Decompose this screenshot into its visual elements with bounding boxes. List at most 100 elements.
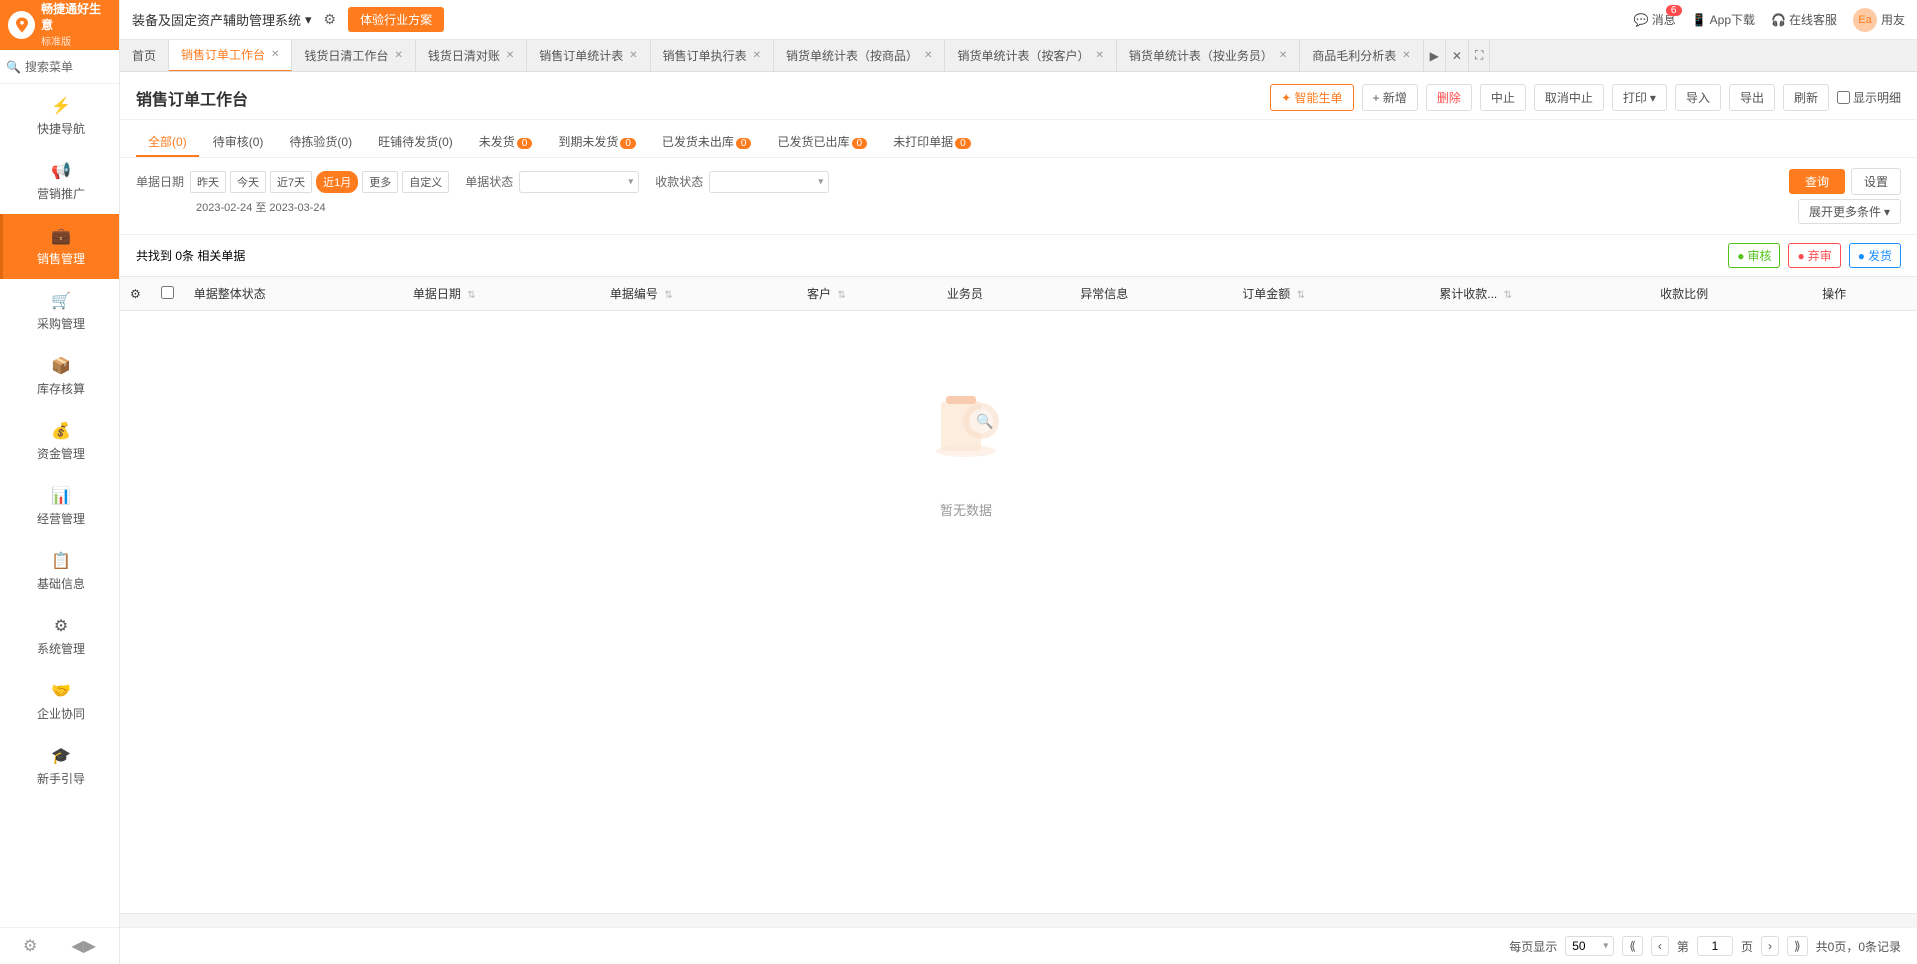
stop-button[interactable]: 中止: [1480, 84, 1526, 111]
tab-staff-close[interactable]: ✕: [1279, 50, 1287, 61]
tab-sales-summary-staff[interactable]: 销货单统计表（按业务员） ✕: [1117, 40, 1300, 72]
refresh-button[interactable]: 刷新: [1783, 84, 1829, 111]
date-btn-7days[interactable]: 近7天: [270, 171, 312, 193]
print-button[interactable]: 打印 ▾: [1612, 84, 1667, 111]
col-collected-header[interactable]: 累计收款... ⇅: [1429, 277, 1650, 311]
system-name-dropdown[interactable]: 装备及固定资产辅助管理系统 ▾: [132, 10, 312, 29]
cancel-label: 弃审: [1808, 247, 1832, 264]
sidebar-item-sales[interactable]: 💼 销售管理: [0, 214, 119, 279]
filter-settings-button[interactable]: 设置: [1851, 168, 1901, 195]
page-next-button[interactable]: ›: [1761, 936, 1779, 956]
page-input[interactable]: [1697, 936, 1733, 956]
sidebar-item-guide[interactable]: 🎓 新手引导: [0, 734, 119, 799]
per-page-select[interactable]: 50 100 200: [1565, 936, 1614, 956]
tab-gross-margin[interactable]: 商品毛利分析表 ✕: [1300, 40, 1423, 72]
sub-tab-all-count: 0: [176, 135, 183, 149]
delete-button[interactable]: 删除: [1426, 84, 1472, 111]
sidebar-item-marketing[interactable]: 📢 营销推广: [0, 149, 119, 214]
tab-sales-stat[interactable]: 销售订单统计表 ✕: [527, 40, 650, 72]
col-amount-header[interactable]: 订单金额 ⇅: [1232, 277, 1429, 311]
page-title: 销售订单工作台: [136, 86, 248, 110]
settings-bottom-icon[interactable]: ⚙: [23, 936, 37, 956]
app-download-button[interactable]: 📱 App下载: [1692, 11, 1755, 28]
sub-tab-overdue[interactable]: 到期未发货0: [546, 128, 648, 157]
sub-tab-shipped-out[interactable]: 已发货已出库0: [765, 128, 879, 157]
select-all-checkbox[interactable]: [161, 286, 174, 299]
col-customer-header[interactable]: 客户 ⇅: [797, 277, 937, 311]
show-detail-input[interactable]: [1837, 91, 1850, 104]
user-menu[interactable]: Ea 用友: [1853, 8, 1905, 32]
sidebar-item-basic[interactable]: 📋 基础信息: [0, 539, 119, 604]
tab-sales-summary-product[interactable]: 销货单统计表（按商品） ✕: [774, 40, 945, 72]
sub-tab-all[interactable]: 全部(0): [136, 128, 199, 157]
sub-tab-pending-check[interactable]: 待拣验货(0): [277, 128, 364, 157]
col-date-header[interactable]: 单据日期 ⇅: [403, 277, 600, 311]
tab-sales-stat-label: 销售订单统计表: [539, 47, 623, 64]
export-button[interactable]: 导出: [1729, 84, 1775, 111]
add-button[interactable]: + 新增: [1362, 84, 1418, 111]
date-btn-today[interactable]: 今天: [230, 171, 266, 193]
tab-sales-summary-customer[interactable]: 销货单统计表（按客户） ✕: [945, 40, 1116, 72]
sidebar-item-quick[interactable]: ⚡ 快捷导航: [0, 84, 119, 149]
tab-home[interactable]: 首页: [120, 40, 169, 72]
date-btn-1month[interactable]: 近1月: [316, 171, 358, 193]
column-settings-icon[interactable]: ⚙: [130, 287, 141, 301]
tab-cash-reconcile-close[interactable]: ✕: [506, 50, 514, 61]
solution-button[interactable]: 体验行业方案: [348, 7, 444, 32]
status-select[interactable]: [519, 171, 639, 193]
page-prev-button[interactable]: ‹: [1651, 936, 1669, 956]
show-detail-checkbox[interactable]: 显示明细: [1837, 89, 1901, 106]
collapse-icon[interactable]: ◀▶: [71, 936, 96, 956]
sub-tab-not-shipped[interactable]: 未发货0: [467, 128, 545, 157]
sidebar-item-system[interactable]: ⚙ 系统管理: [0, 604, 119, 669]
sidebar-item-operation[interactable]: 📊 经营管理: [0, 474, 119, 539]
col-staff-header[interactable]: 业务员: [937, 277, 1070, 311]
cancel-stop-button[interactable]: 取消中止: [1534, 84, 1604, 111]
date-btn-yesterday[interactable]: 昨天: [190, 171, 226, 193]
tab-gross-close[interactable]: ✕: [1402, 50, 1410, 61]
date-btn-custom[interactable]: 自定义: [402, 171, 449, 193]
sub-tab-pending[interactable]: 待审核(0): [201, 128, 276, 157]
tab-scroll-right[interactable]: ▶: [1424, 40, 1446, 72]
sidebar-item-coop[interactable]: 🤝 企业协同: [0, 669, 119, 734]
tab-sales-stat-close[interactable]: ✕: [629, 50, 637, 61]
cancel-audit-button[interactable]: ● 弃审: [1788, 243, 1840, 268]
online-support-button[interactable]: 🎧 在线客服: [1771, 11, 1837, 28]
audit-button[interactable]: ● 审核: [1728, 243, 1780, 268]
page-first-button[interactable]: ⟪: [1622, 936, 1643, 956]
sub-tab-not-printed[interactable]: 未打印单据0: [881, 128, 983, 157]
expand-filter-button[interactable]: 展开更多条件 ▾: [1798, 199, 1901, 224]
sidebar-search[interactable]: 🔍 搜索菜单: [0, 50, 119, 84]
messages-button[interactable]: 💬 6 消息: [1634, 11, 1676, 28]
tab-cash-daily-close[interactable]: ✕: [394, 50, 402, 61]
page-last-button[interactable]: ⟫: [1787, 936, 1808, 956]
query-button[interactable]: 查询: [1789, 169, 1845, 194]
tab-close-all[interactable]: ✕: [1446, 40, 1469, 72]
tab-customer-close[interactable]: ✕: [1095, 50, 1103, 61]
sidebar-item-purchase[interactable]: 🛒 采购管理: [0, 279, 119, 344]
sub-tab-wangpu[interactable]: 旺铺待发货(0): [366, 128, 465, 157]
smart-create-button[interactable]: ✦ 智能生单: [1270, 84, 1353, 111]
sub-tab-partial-out[interactable]: 已发货未出库0: [650, 128, 764, 157]
date-btn-more[interactable]: 更多: [362, 171, 398, 193]
sub-tab-all-close: ): [183, 135, 187, 149]
tab-maximize[interactable]: ⛶: [1469, 40, 1490, 72]
sidebar-item-finance[interactable]: 💰 资金管理: [0, 409, 119, 474]
tab-cash-reconcile[interactable]: 钱货日清对账 ✕: [416, 40, 527, 72]
tab-product-close[interactable]: ✕: [924, 50, 932, 61]
sort-number-icon: ⇅: [664, 290, 672, 301]
ship-button[interactable]: ● 发货: [1849, 243, 1901, 268]
sub-tab-all-label: 全部(: [148, 135, 176, 149]
sidebar-item-inventory[interactable]: 📦 库存核算: [0, 344, 119, 409]
import-button[interactable]: 导入: [1675, 84, 1721, 111]
topbar-settings-icon[interactable]: ⚙: [324, 11, 337, 28]
horizontal-scrollbar[interactable]: [120, 913, 1917, 927]
col-number-header[interactable]: 单据编号 ⇅: [600, 277, 797, 311]
tab-sales-exec[interactable]: 销售订单执行表 ✕: [651, 40, 774, 72]
tab-sales-workbench[interactable]: 销售订单工作台 ✕: [169, 40, 292, 72]
page-content: 销售订单工作台 ✦ 智能生单 + 新增 删除 中止 取消中止 打印 ▾ 导入 导…: [120, 72, 1917, 964]
tab-cash-daily[interactable]: 钱货日清工作台 ✕: [292, 40, 415, 72]
tab-sales-workbench-close[interactable]: ✕: [271, 49, 279, 60]
tab-sales-exec-close[interactable]: ✕: [753, 50, 761, 61]
payment-select[interactable]: [709, 171, 829, 193]
